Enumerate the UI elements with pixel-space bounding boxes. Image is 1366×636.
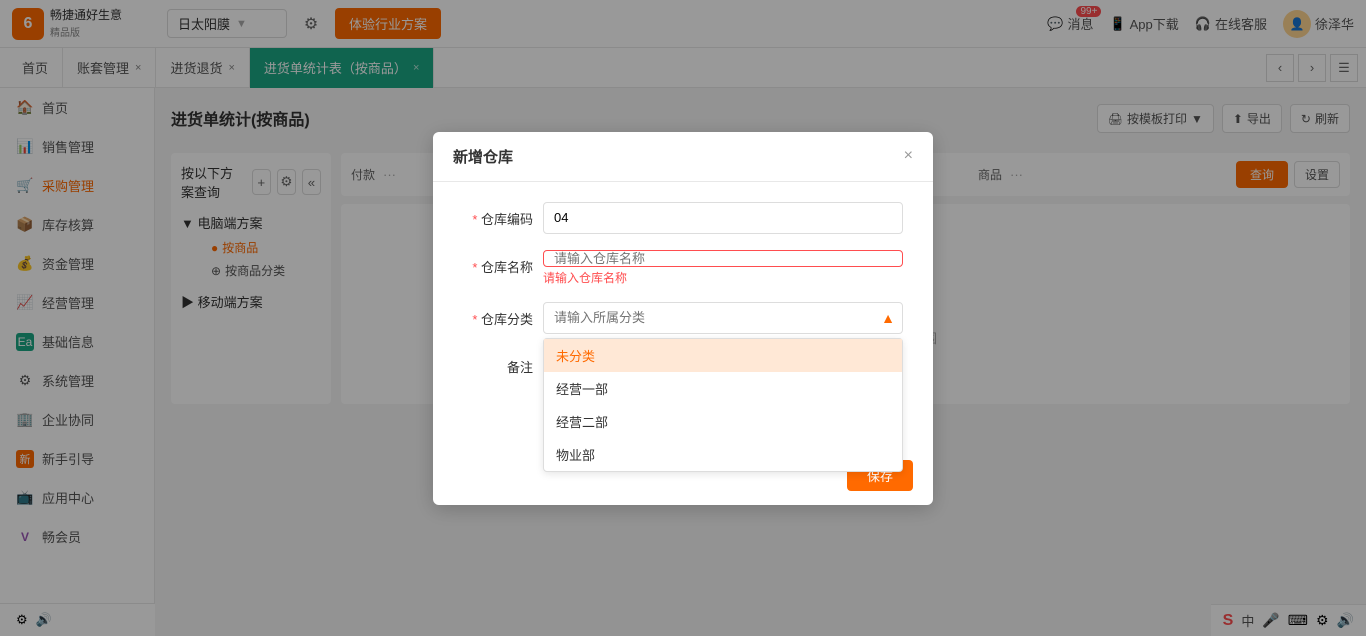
category-dropdown: 未分类 经营一部 经营二部 物业部 (543, 338, 903, 472)
dropdown-item-dept2[interactable]: 经营二部 (544, 405, 902, 438)
modal-title: 新增仓库 (453, 146, 513, 167)
name-label: 仓库名称 (463, 250, 533, 276)
modal-close-btn[interactable]: × (904, 147, 913, 165)
modal-header: 新增仓库 × (433, 132, 933, 182)
code-row: 仓库编码 (463, 202, 903, 234)
category-select-wrapper: ▲ 未分类 经营一部 经营二部 物业部 (543, 302, 903, 334)
name-wrapper: 请输入仓库名称 (543, 250, 903, 286)
name-input[interactable] (543, 250, 903, 267)
dropdown-item-dept1[interactable]: 经营一部 (544, 372, 902, 405)
category-label: 仓库分类 (463, 302, 533, 328)
code-input[interactable] (543, 202, 903, 234)
code-label: 仓库编码 (463, 202, 533, 228)
remark-label: 备注 (463, 350, 533, 376)
name-error-msg: 请输入仓库名称 (543, 267, 903, 286)
category-input[interactable] (543, 302, 903, 334)
dropdown-item-unclassified[interactable]: 未分类 (544, 339, 902, 372)
category-row: 仓库分类 ▲ 未分类 经营一部 经营二部 物业部 (463, 302, 903, 334)
dropdown-item-dept3[interactable]: 物业部 (544, 438, 902, 471)
modal-overlay: 新增仓库 × 仓库编码 仓库名称 请输入仓库名称 仓库分类 (0, 0, 1366, 636)
modal-body: 仓库编码 仓库名称 请输入仓库名称 仓库分类 ▲ 未分类 (433, 182, 933, 446)
name-row: 仓库名称 请输入仓库名称 (463, 250, 903, 286)
new-warehouse-modal: 新增仓库 × 仓库编码 仓库名称 请输入仓库名称 仓库分类 (433, 132, 933, 505)
